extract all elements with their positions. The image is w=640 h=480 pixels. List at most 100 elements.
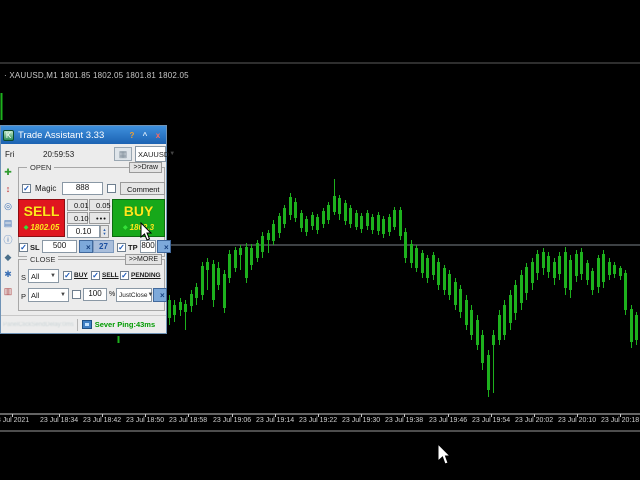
close-buy-option[interactable]: ✓ BUY [63, 271, 88, 280]
candle [256, 240, 259, 262]
sell-button[interactable]: SELL ◆ 1802.05 [18, 199, 65, 237]
close-buy-checkbox[interactable]: ✓ [63, 271, 72, 280]
metatrader-screen: · XAUUSD,M1 1801.85 1802.05 1801.81 1802… [0, 0, 640, 480]
candle [388, 214, 391, 236]
magic-input[interactable]: 888 [62, 182, 103, 195]
trade-bars-icon[interactable]: ▥ [2, 285, 14, 297]
time-axis-label: 23 Jul 2021 [0, 417, 30, 424]
candle [520, 270, 523, 310]
tp-clear-button[interactable]: × [157, 240, 171, 253]
tp-input[interactable]: 800 [140, 240, 156, 253]
sl-input[interactable]: 500 [42, 240, 77, 253]
symbol-select[interactable]: XAUUSD ▼ [135, 146, 175, 162]
info-icon[interactable]: ⓘ [2, 234, 14, 246]
candle [586, 260, 589, 285]
help-button[interactable]: ? [127, 131, 137, 140]
collapse-button[interactable]: ^ [140, 131, 150, 140]
candle [602, 250, 605, 288]
buy-label: BUY [123, 203, 154, 219]
tp-checkbox[interactable]: ✓ [117, 243, 126, 252]
candle [322, 208, 325, 228]
candle [580, 248, 583, 280]
percent-checkbox[interactable] [72, 290, 81, 299]
time-axis-label: 23 Jul 20:18 [601, 417, 640, 424]
candles-icon[interactable]: ↕ [2, 183, 14, 195]
close-sell-checkbox[interactable]: ✓ [91, 271, 100, 280]
candle [613, 262, 616, 278]
candle [426, 255, 429, 283]
candle [344, 200, 347, 225]
watermark-text: PanelClickSendDelay:0ms [3, 321, 74, 328]
panel-titlebar[interactable]: K Trade Assistant 3.33 ? ^ x [1, 126, 166, 144]
new-order-icon[interactable]: ✚ [2, 166, 14, 178]
lot-001-button[interactable]: 0.01 [67, 199, 89, 211]
day-label: Fri [5, 150, 15, 159]
buy-button[interactable]: BUY ◆ 1802.3 [112, 199, 165, 237]
close-buy-label: BUY [74, 272, 88, 279]
candle [305, 216, 308, 236]
lot-005-button[interactable]: 0.05 [89, 199, 111, 211]
candle [289, 193, 292, 220]
magic-checkbox[interactable]: ✓ [22, 184, 31, 193]
time-axis-label: 23 Jul 19:30 [342, 417, 381, 424]
close-mode-select[interactable]: JustClose ▼ [116, 288, 154, 302]
candle [509, 290, 512, 330]
close-row-clear-button[interactable]: × [153, 288, 167, 302]
candle [168, 295, 171, 325]
more-button[interactable]: >>MORE [124, 254, 162, 265]
close-pending-checkbox[interactable]: ✓ [120, 271, 129, 280]
settings-icon[interactable]: ✱ [2, 268, 14, 280]
p-row-label: P [21, 292, 27, 301]
save-icon[interactable]: ▤ [2, 217, 14, 229]
candle [212, 260, 215, 307]
close-group-label: CLOSE [27, 255, 59, 264]
lot-size-input[interactable]: 0.10 [67, 225, 100, 238]
time-axis-label: 23 Jul 18:58 [169, 417, 208, 424]
calendar-icon[interactable]: ▦ [114, 147, 132, 161]
close-pending-label: PENDING [131, 272, 161, 279]
clock: 20:59:53 [43, 150, 75, 159]
s-filter-select[interactable]: All ▼ [28, 269, 59, 283]
candle [377, 212, 380, 235]
candle [201, 262, 204, 300]
lot-more-button[interactable]: ••• [89, 212, 110, 224]
candle [443, 265, 446, 295]
percent-input[interactable]: 100 [83, 288, 107, 301]
candle [250, 244, 253, 270]
symbol-value: XAUUSD [138, 149, 170, 159]
sl-clear-button[interactable]: × [79, 240, 93, 253]
candle [536, 250, 539, 280]
candle [217, 262, 220, 290]
candle [195, 283, 198, 305]
chevron-down-icon: ▼ [50, 273, 56, 279]
diamond-icon[interactable]: ◆ [2, 251, 14, 263]
candle [564, 247, 567, 295]
lot-size-stepper[interactable]: ▲ ▼ [100, 225, 109, 238]
magic-label: Magic [35, 184, 57, 193]
candle [630, 305, 633, 348]
draw-button[interactable]: >>Draw [129, 162, 162, 173]
candle [316, 214, 319, 234]
close-button[interactable]: x [153, 131, 163, 140]
candle [437, 258, 440, 290]
candle [492, 330, 495, 393]
comment-checkbox[interactable] [107, 184, 116, 193]
comment-button[interactable]: Comment [120, 182, 165, 195]
close-pending-option[interactable]: ✓ PENDING [120, 271, 161, 280]
lot-010-button[interactable]: 0.10 [67, 212, 89, 224]
buy-price-value: 1802.3 [129, 223, 155, 232]
candle [311, 212, 314, 230]
p-filter-select[interactable]: All ▼ [28, 288, 69, 302]
time-axis-label: 23 Jul 18:50 [126, 417, 165, 424]
candle [173, 300, 176, 322]
close-mode-value: JustClose [119, 291, 148, 299]
spinner-down-icon[interactable]: ▼ [103, 231, 107, 236]
close-sell-option[interactable]: ✓ SELL [91, 271, 119, 280]
panel-status-bar: PanelClickSendDelay:0ms Sever Ping:43ms [1, 315, 166, 333]
magnifier-icon[interactable]: ◎ [2, 200, 14, 212]
time-axis-label: 23 Jul 18:42 [83, 417, 122, 424]
sl-checkbox[interactable]: ✓ [19, 243, 28, 252]
sl-label: SL [30, 243, 40, 252]
candle [498, 310, 501, 345]
candle [184, 300, 187, 330]
